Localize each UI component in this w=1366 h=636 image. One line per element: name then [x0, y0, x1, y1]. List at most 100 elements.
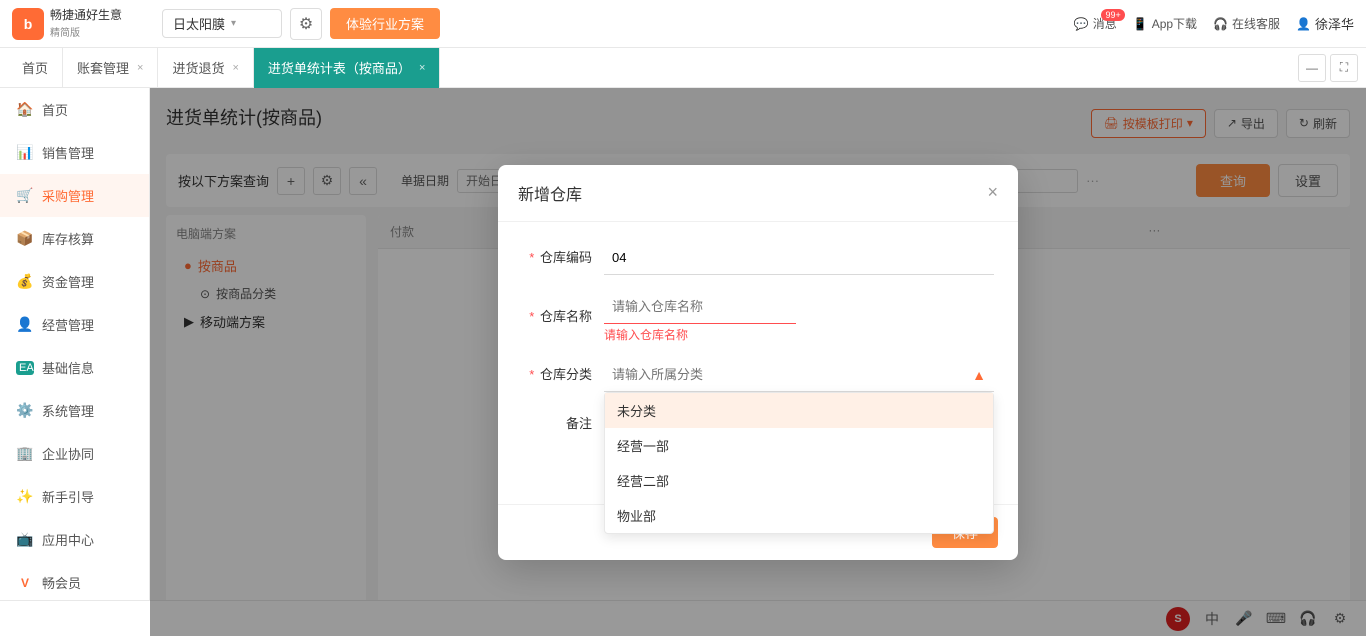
purchase-stats-tab-close-icon[interactable]: × — [419, 62, 425, 74]
required-star-name: * — [529, 309, 534, 324]
logo-sub-text: 精简版 — [50, 24, 122, 39]
guide-sidebar-label: 新手引导 — [42, 487, 94, 506]
category-input-row: ▲ — [604, 359, 994, 392]
warehouse-name-field: 请输入仓库名称 — [604, 291, 796, 343]
sidebar-item-appcenter[interactable]: 📺 应用中心 — [0, 518, 149, 561]
dropdown-item-dept3[interactable]: 物业部 — [605, 498, 993, 533]
warehouse-name-label-text: 仓库名称 — [540, 309, 592, 324]
user-item[interactable]: 👤 徐泽华 — [1296, 14, 1354, 33]
base-sidebar-label: 基础信息 — [42, 358, 94, 377]
logo-icon: b — [12, 8, 44, 40]
inventory-sidebar-label: 库存核算 — [42, 229, 94, 248]
app-download-label: App下载 — [1152, 15, 1197, 32]
finance-sidebar-label: 资金管理 — [42, 272, 94, 291]
enterprise-sidebar-label: 企业协同 — [42, 444, 94, 463]
header-center: 日太阳膜 ▾ ⚙ 体验行业方案 — [162, 8, 1074, 40]
operation-sidebar-label: 经营管理 — [42, 315, 94, 334]
appcenter-sidebar-label: 应用中心 — [42, 530, 94, 549]
user-avatar-icon: 👤 — [1296, 17, 1311, 31]
warehouse-code-row: * 仓库编码 — [522, 242, 994, 275]
warehouse-category-row: * 仓库分类 ▲ 未分类 经营一部 经 — [522, 359, 994, 392]
base-sidebar-icon: EA — [16, 361, 34, 375]
modal-body: * 仓库编码 * 仓库名称 — [498, 222, 1018, 504]
online-service-label: 在线客服 — [1232, 15, 1280, 32]
tab-bar: 首页 账套管理 × 进货退货 × 进货单统计表（按商品） × — ⛶ — [0, 48, 1366, 88]
tab-controls: — ⛶ — [1298, 54, 1358, 82]
tab-account[interactable]: 账套管理 × — [63, 48, 158, 88]
warehouse-name-input[interactable] — [604, 291, 796, 324]
modal-close-icon[interactable]: × — [987, 182, 998, 203]
purchase-return-tab-label: 进货退货 — [172, 58, 224, 77]
modal-overlay[interactable]: 新增仓库 × * 仓库编码 — [150, 88, 1366, 636]
home-tab-label: 首页 — [22, 58, 48, 77]
tab-purchase-return[interactable]: 进货退货 × — [158, 48, 253, 88]
messages-item[interactable]: 💬 消息 99+ — [1074, 15, 1117, 32]
inventory-sidebar-icon: 📦 — [16, 230, 34, 247]
sidebar-item-home[interactable]: 🏠 首页 — [0, 88, 149, 131]
vip-sidebar-icon: V — [16, 576, 34, 590]
purchase-sidebar-label: 采购管理 — [42, 186, 94, 205]
warehouse-name-label: * 仓库名称 — [522, 301, 592, 333]
tab-home[interactable]: 首页 — [8, 48, 63, 88]
account-tab-close-icon[interactable]: × — [137, 62, 143, 74]
tab-minimize-icon[interactable]: — — [1298, 54, 1326, 82]
home-sidebar-label: 首页 — [42, 100, 68, 119]
sales-sidebar-label: 销售管理 — [42, 143, 94, 162]
appcenter-sidebar-icon: 📺 — [16, 531, 34, 548]
logo-letter: b — [24, 16, 33, 32]
sidebar-item-base[interactable]: EA 基础信息 — [0, 346, 149, 389]
warehouse-code-label: * 仓库编码 — [522, 242, 592, 274]
store-selector[interactable]: 日太阳膜 ▾ — [162, 9, 282, 38]
sidebar-item-operation[interactable]: 👤 经营管理 — [0, 303, 149, 346]
messages-badge: 99+ — [1101, 9, 1124, 21]
app-download-item[interactable]: 📱 App下载 — [1133, 15, 1197, 32]
online-service-item[interactable]: 🎧 在线客服 — [1213, 15, 1280, 32]
finance-sidebar-icon: 💰 — [16, 273, 34, 290]
enterprise-sidebar-icon: 🏢 — [16, 445, 34, 462]
store-dropdown-arrow-icon: ▾ — [231, 18, 236, 29]
sidebar-item-vip[interactable]: V 畅会员 — [0, 561, 149, 604]
sidebar-item-inventory[interactable]: 📦 库存核算 — [0, 217, 149, 260]
tab-fullscreen-icon[interactable]: ⛶ — [1330, 54, 1358, 82]
modal-header: 新增仓库 × — [498, 165, 1018, 222]
main-layout: 🏠 首页 📊 销售管理 🛒 采购管理 📦 库存核算 💰 资金管理 👤 经营管理 … — [0, 88, 1366, 636]
warehouse-name-error-tip: 请输入仓库名称 — [604, 326, 796, 343]
tab-purchase-stats[interactable]: 进货单统计表（按商品） × — [254, 48, 440, 88]
headphone-icon: 🎧 — [1213, 17, 1228, 31]
add-warehouse-modal: 新增仓库 × * 仓库编码 — [498, 165, 1018, 560]
required-star-category: * — [529, 367, 534, 382]
warehouse-name-row: * 仓库名称 请输入仓库名称 — [522, 291, 994, 343]
sales-sidebar-icon: 📊 — [16, 144, 34, 161]
category-dropdown-arrow-icon[interactable]: ▲ — [972, 367, 986, 383]
user-name: 徐泽华 — [1315, 14, 1354, 33]
dropdown-item-dept2[interactable]: 经营二部 — [605, 463, 993, 498]
header-right: 💬 消息 99+ 📱 App下载 🎧 在线客服 👤 徐泽华 — [1074, 14, 1354, 33]
note-label: 备注 — [522, 408, 592, 440]
dropdown-item-dept1[interactable]: 经营一部 — [605, 428, 993, 463]
sidebar-item-guide[interactable]: ✨ 新手引导 — [0, 475, 149, 518]
home-sidebar-icon: 🏠 — [16, 101, 34, 118]
settings-icon[interactable]: ⚙ — [290, 8, 322, 40]
try-industry-button[interactable]: 体验行业方案 — [330, 8, 440, 39]
category-input[interactable] — [612, 363, 972, 387]
sidebar-item-purchase[interactable]: 🛒 采购管理 — [0, 174, 149, 217]
sidebar-item-sales[interactable]: 📊 销售管理 — [0, 131, 149, 174]
logo-text-area: 畅捷通好生意 精简版 — [50, 8, 122, 39]
top-header: b 畅捷通好生意 精简版 日太阳膜 ▾ ⚙ 体验行业方案 💬 消息 99+ 📱 … — [0, 0, 1366, 48]
sidebar-item-finance[interactable]: 💰 资金管理 — [0, 260, 149, 303]
store-name: 日太阳膜 — [173, 14, 225, 33]
sidebar-item-enterprise[interactable]: 🏢 企业协同 — [0, 432, 149, 475]
account-tab-label: 账套管理 — [77, 58, 129, 77]
system-sidebar-icon: ⚙️ — [16, 402, 34, 419]
required-star-code: * — [529, 250, 534, 265]
warehouse-category-label-text: 仓库分类 — [540, 367, 592, 382]
dropdown-item-unclassified[interactable]: 未分类 — [605, 393, 993, 428]
sidebar-item-system[interactable]: ⚙️ 系统管理 — [0, 389, 149, 432]
category-wrapper: ▲ 未分类 经营一部 经营二部 物业部 — [604, 359, 994, 392]
system-sidebar-label: 系统管理 — [42, 401, 94, 420]
warehouse-code-input[interactable] — [604, 242, 994, 275]
operation-sidebar-icon: 👤 — [16, 316, 34, 333]
purchase-return-tab-close-icon[interactable]: × — [232, 62, 238, 74]
app-download-icon: 📱 — [1133, 17, 1148, 31]
purchase-sidebar-icon: 🛒 — [16, 187, 34, 204]
